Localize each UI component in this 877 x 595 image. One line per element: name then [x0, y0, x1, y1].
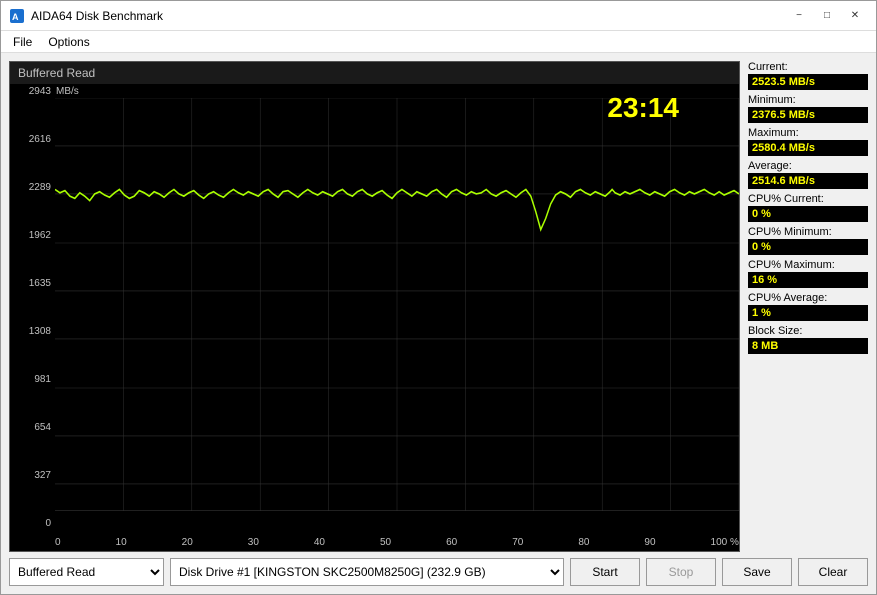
stat-average: Average: 2514.6 MB/s: [748, 160, 868, 189]
cpu-maximum-value: 16 %: [748, 272, 868, 288]
x-label-40: 40: [314, 537, 325, 548]
content-area: Buffered Read MB/s 2943 2616 2289 1962 1…: [1, 53, 876, 594]
save-button[interactable]: Save: [722, 558, 792, 586]
chart-body: MB/s 2943 2616 2289 1962 1635 1308 981 6…: [10, 84, 739, 551]
close-button[interactable]: ✕: [842, 6, 868, 26]
y-label-327: 327: [10, 470, 55, 481]
stats-panel: Current: 2523.5 MB/s Minimum: 2376.5 MB/…: [748, 61, 868, 552]
y-label-2616: 2616: [10, 134, 55, 145]
x-label-20: 20: [182, 537, 193, 548]
drive-select[interactable]: Disk Drive #1 [KINGSTON SKC2500M8250G] (…: [170, 558, 564, 586]
current-label: Current:: [748, 61, 868, 73]
stat-cpu-current: CPU% Current: 0 %: [748, 193, 868, 222]
chart-section: Buffered Read MB/s 2943 2616 2289 1962 1…: [9, 61, 868, 552]
minimum-value: 2376.5 MB/s: [748, 107, 868, 123]
stop-button[interactable]: Stop: [646, 558, 716, 586]
mbs-unit-label: MB/s: [56, 86, 79, 97]
svg-text:A: A: [12, 12, 19, 22]
x-label-80: 80: [578, 537, 589, 548]
start-button[interactable]: Start: [570, 558, 640, 586]
cpu-maximum-label: CPU% Maximum:: [748, 259, 868, 271]
stat-block-size: Block Size: 8 MB: [748, 325, 868, 354]
bottom-controls: Buffered Read Disk Drive #1 [KINGSTON SK…: [9, 558, 868, 586]
y-label-2289: 2289: [10, 182, 55, 193]
cpu-minimum-value: 0 %: [748, 239, 868, 255]
y-label-654: 654: [10, 422, 55, 433]
main-window: A AIDA64 Disk Benchmark − □ ✕ File Optio…: [0, 0, 877, 595]
x-label-90: 90: [644, 537, 655, 548]
x-label-50: 50: [380, 537, 391, 548]
cpu-current-value: 0 %: [748, 206, 868, 222]
test-type-select[interactable]: Buffered Read: [9, 558, 164, 586]
minimum-label: Minimum:: [748, 94, 868, 106]
block-size-value: 8 MB: [748, 338, 868, 354]
average-label: Average:: [748, 160, 868, 172]
clear-button[interactable]: Clear: [798, 558, 868, 586]
y-label-1962: 1962: [10, 230, 55, 241]
title-bar: A AIDA64 Disk Benchmark − □ ✕: [1, 1, 876, 31]
cpu-minimum-label: CPU% Minimum:: [748, 226, 868, 238]
title-bar-left: A AIDA64 Disk Benchmark: [9, 8, 163, 24]
y-label-1308: 1308: [10, 326, 55, 337]
window-title: AIDA64 Disk Benchmark: [31, 9, 163, 23]
cpu-average-value: 1 %: [748, 305, 868, 321]
maximize-button[interactable]: □: [814, 6, 840, 26]
app-icon: A: [9, 8, 25, 24]
stat-cpu-minimum: CPU% Minimum: 0 %: [748, 226, 868, 255]
stat-minimum: Minimum: 2376.5 MB/s: [748, 94, 868, 123]
title-buttons: − □ ✕: [786, 6, 868, 26]
cpu-current-label: CPU% Current:: [748, 193, 868, 205]
x-label-30: 30: [248, 537, 259, 548]
x-label-60: 60: [446, 537, 457, 548]
menu-bar: File Options: [1, 31, 876, 53]
maximum-value: 2580.4 MB/s: [748, 140, 868, 156]
chart-title: Buffered Read: [10, 62, 739, 84]
action-buttons: Start Stop Save Clear: [570, 558, 868, 586]
chart-svg: [55, 98, 739, 533]
stat-current: Current: 2523.5 MB/s: [748, 61, 868, 90]
y-label-0: 0: [10, 518, 55, 529]
menu-file[interactable]: File: [5, 33, 40, 51]
average-value: 2514.6 MB/s: [748, 173, 868, 189]
current-value: 2523.5 MB/s: [748, 74, 868, 90]
y-label-981: 981: [10, 374, 55, 385]
x-label-10: 10: [116, 537, 127, 548]
y-label-2943: 2943: [10, 86, 55, 97]
x-label-0: 0: [55, 537, 61, 548]
y-label-1635: 1635: [10, 278, 55, 289]
x-label-70: 70: [512, 537, 523, 548]
cpu-average-label: CPU% Average:: [748, 292, 868, 304]
y-axis-labels: 2943 2616 2289 1962 1635 1308 981 654 32…: [10, 84, 55, 531]
chart-container: Buffered Read MB/s 2943 2616 2289 1962 1…: [9, 61, 740, 552]
maximum-label: Maximum:: [748, 127, 868, 139]
x-axis-labels: 0 10 20 30 40 50 60 70 80 90 100 %: [55, 533, 739, 551]
stat-cpu-maximum: CPU% Maximum: 16 %: [748, 259, 868, 288]
minimize-button[interactable]: −: [786, 6, 812, 26]
block-size-label: Block Size:: [748, 325, 868, 337]
x-label-100: 100 %: [711, 537, 739, 548]
stat-maximum: Maximum: 2580.4 MB/s: [748, 127, 868, 156]
stat-cpu-average: CPU% Average: 1 %: [748, 292, 868, 321]
menu-options[interactable]: Options: [40, 33, 97, 51]
timer-display: 23:14: [607, 92, 679, 124]
